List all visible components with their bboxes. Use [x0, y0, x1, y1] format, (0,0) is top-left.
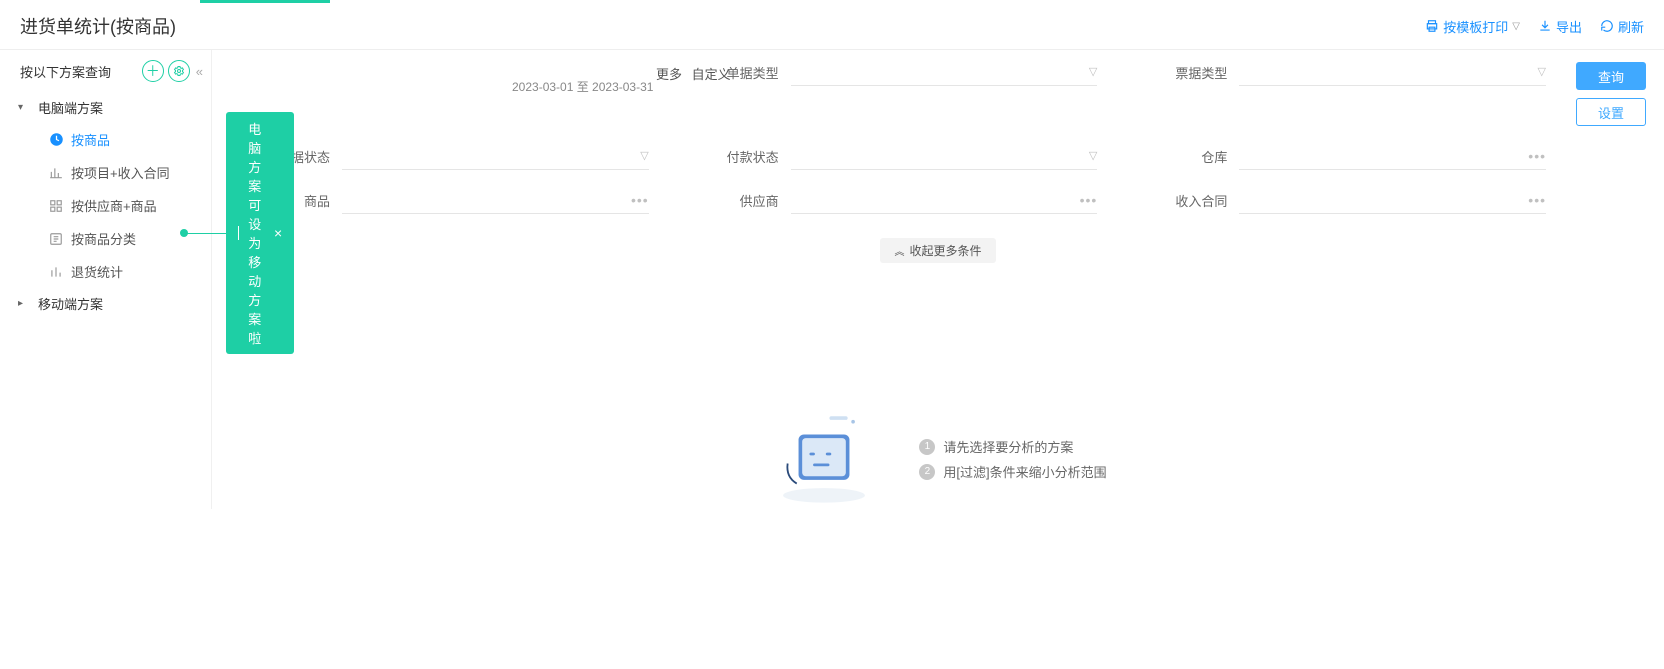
add-scheme-button[interactable]: ＋ — [142, 60, 164, 82]
grid-icon — [48, 198, 64, 214]
chevron-down-icon: ▽ — [1512, 21, 1520, 32]
clock-icon — [48, 132, 64, 148]
gear-icon — [173, 65, 185, 77]
picker-warehouse[interactable]: ••• — [1239, 144, 1546, 170]
label-warehouse: 仓库 — [1127, 144, 1239, 166]
export-icon — [1538, 19, 1552, 33]
bars-icon — [48, 264, 64, 280]
sidebar-group-mobile[interactable]: ▸ 移动端方案 — [18, 288, 203, 319]
empty-illustration — [769, 409, 879, 509]
filter-more-link[interactable]: 更多 — [656, 67, 682, 82]
more-icon[interactable]: ••• — [1528, 148, 1546, 164]
label-invoice-type: 票据类型 — [1127, 60, 1239, 82]
chart-icon — [48, 165, 64, 181]
page-title: 进货单统计(按商品) — [20, 13, 1425, 39]
picker-income-contract[interactable]: ••• — [1239, 188, 1546, 214]
printer-icon — [1425, 19, 1439, 33]
select-bill-status[interactable]: ▽ — [342, 144, 649, 170]
sidebar-item-by-project-contract[interactable]: 按项目+收入合同 — [42, 156, 203, 189]
collapse-filters-button[interactable]: ︽ 收起更多条件 — [880, 238, 995, 263]
sidebar-title: 按以下方案查询 — [20, 62, 138, 81]
picker-supplier[interactable]: ••• — [791, 188, 1098, 214]
hint-tooltip: 电脑方案可设为移动方案啦 × — [226, 112, 294, 354]
select-pay-status[interactable]: ▽ — [791, 144, 1098, 170]
double-chevron-up-icon: ︽ — [894, 243, 904, 258]
sidebar-item-return-stats[interactable]: 退货统计 — [42, 255, 203, 288]
sidebar-item-by-product[interactable]: 按商品 — [42, 123, 203, 156]
chevron-down-icon: ▽ — [1089, 149, 1097, 162]
collapse-sidebar-button[interactable]: « — [196, 64, 203, 79]
label-supplier: 供应商 — [679, 188, 791, 210]
chevron-down-icon: ▽ — [1538, 65, 1546, 78]
caret-down-icon: ▾ — [18, 102, 30, 113]
more-icon[interactable]: ••• — [1528, 192, 1546, 208]
select-invoice-type[interactable]: ▽ — [1239, 60, 1546, 86]
sidebar-item-by-category[interactable]: 按商品分类 — [42, 222, 203, 255]
scheme-settings-button[interactable] — [168, 60, 190, 82]
date-range-value: 2023-03-01 至 2023-03-31 — [512, 78, 653, 95]
query-button[interactable]: 查询 — [1576, 62, 1646, 90]
select-bill-type[interactable]: ▽ — [791, 60, 1098, 86]
caret-right-icon: ▸ — [18, 298, 30, 309]
picker-product[interactable]: ••• — [342, 188, 649, 214]
tooltip-close-button[interactable]: × — [274, 225, 282, 241]
empty-step-2: 2用[过滤]条件来缩小分析范围 — [919, 462, 1106, 481]
more-icon[interactable]: ••• — [631, 192, 649, 208]
refresh-button[interactable]: 刷新 — [1600, 17, 1644, 36]
export-button[interactable]: 导出 — [1538, 17, 1582, 36]
empty-step-1: 1请先选择要分析的方案 — [919, 437, 1106, 456]
more-icon[interactable]: ••• — [1080, 192, 1098, 208]
refresh-icon — [1600, 19, 1614, 33]
chevron-down-icon: ▽ — [1089, 65, 1097, 78]
sidebar-item-by-supplier-product[interactable]: 按供应商+商品 — [42, 189, 203, 222]
chevron-down-icon: ▽ — [640, 149, 648, 162]
settings-button[interactable]: 设置 — [1576, 98, 1646, 126]
label-income-contract: 收入合同 — [1127, 188, 1239, 210]
sidebar-group-pc[interactable]: ▾ 电脑端方案 — [18, 92, 203, 123]
label-pay-status: 付款状态 — [679, 144, 791, 166]
category-icon — [48, 231, 64, 247]
filter-custom-link[interactable]: 自定义 — [692, 67, 731, 82]
print-template-button[interactable]: 按模板打印 ▽ — [1425, 17, 1520, 36]
